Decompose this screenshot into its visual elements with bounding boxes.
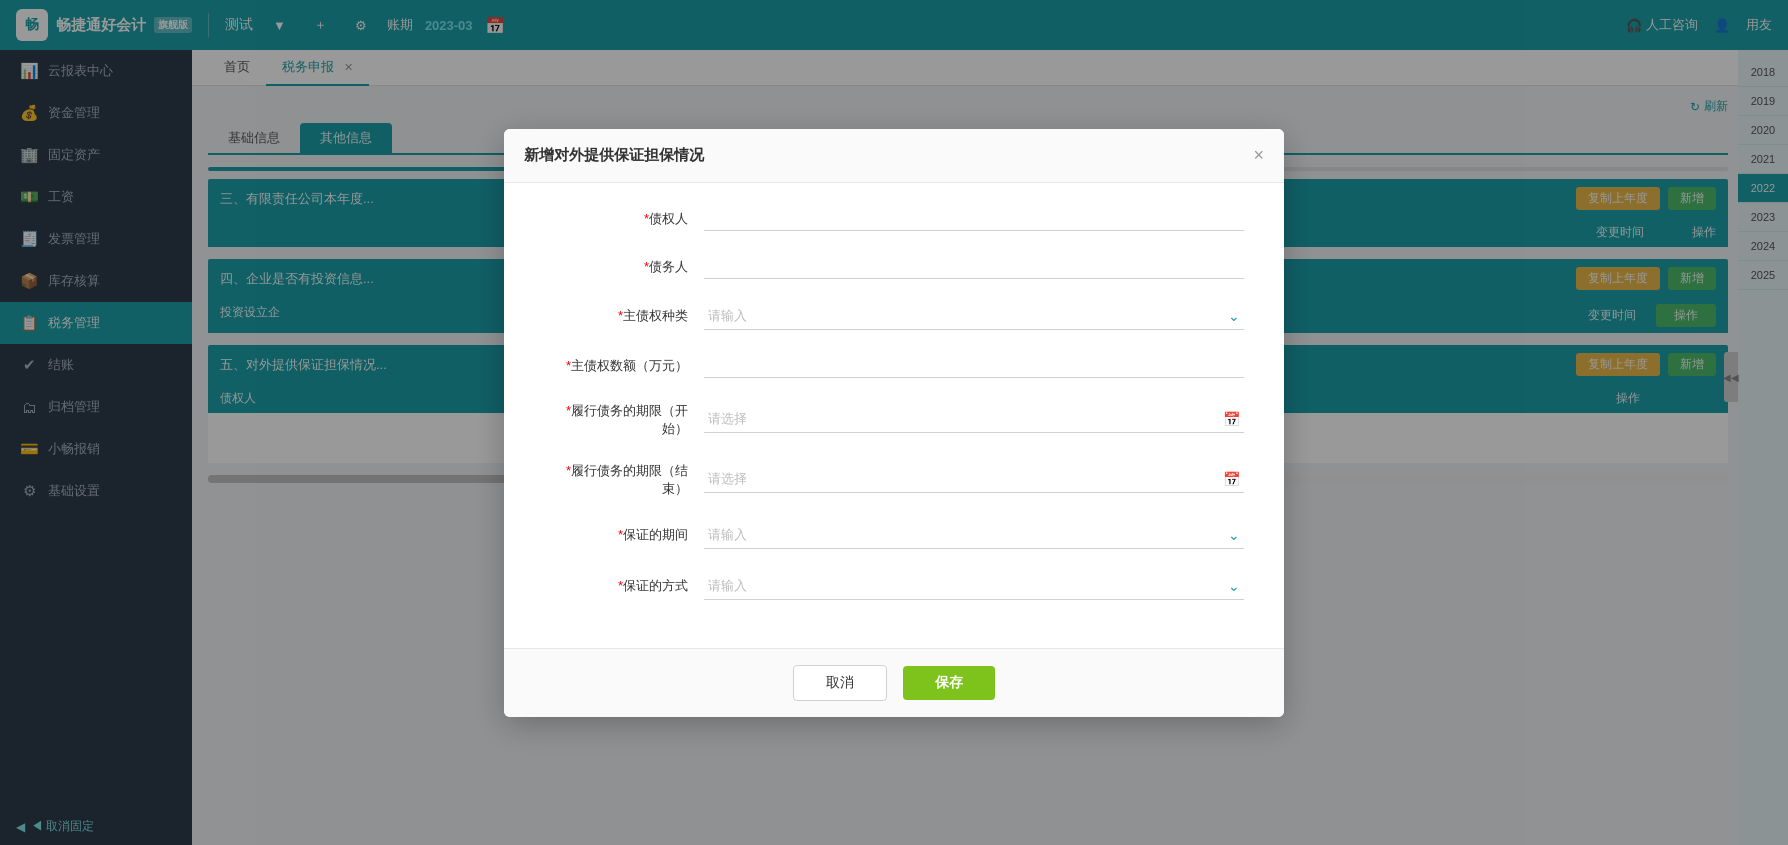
save-button[interactable]: 保存 [903,666,995,700]
date-start-text: 请选择 [708,410,747,428]
cancel-button[interactable]: 取消 [793,665,887,701]
date-end-text: 请选择 [708,470,747,488]
label-amount: *主债权数额（万元） [544,357,704,375]
select-guarantee-period[interactable]: 请输入 ⌄ [704,522,1244,549]
form-row-debtor: *债务人 [544,255,1244,279]
form-row-end-date: *履行债务的期限（结束） 请选择 📅 [544,462,1244,498]
select-guarantee-period-text: 请输入 [708,526,747,544]
form-row-creditor: *债权人 [544,207,1244,231]
modal-body: *债权人 *债务人 *主债权种类 请输入 ⌄ [504,183,1284,648]
label-guarantee-method: *保证的方式 [544,577,704,595]
form-row-start-date: *履行债务的期限（开始） 请选择 📅 [544,402,1244,438]
label-guarantee-period: *保证的期间 [544,526,704,544]
input-amount[interactable] [704,354,1244,378]
label-debtor: *债务人 [544,258,704,276]
modal-title: 新增对外提供保证担保情况 [524,146,704,165]
label-debt-type: *主债权种类 [544,307,704,325]
label-end-date: *履行债务的期限（结束） [544,462,704,498]
label-start-date: *履行债务的期限（开始） [544,402,704,438]
label-creditor: *债权人 [544,210,704,228]
chevron-down-icon-8: ⌄ [1228,578,1240,594]
input-creditor[interactable] [704,207,1244,231]
form-row-amount: *主债权数额（万元） [544,354,1244,378]
chevron-down-icon-3: ⌄ [1228,308,1240,324]
calendar-icon-end: 📅 [1223,471,1240,487]
select-debt-type[interactable]: 请输入 ⌄ [704,303,1244,330]
input-debtor[interactable] [704,255,1244,279]
form-row-debt-type: *主债权种类 请输入 ⌄ [544,303,1244,330]
modal-dialog: 新增对外提供保证担保情况 × *债权人 *债务人 *主债权种类 [504,129,1284,717]
modal-header: 新增对外提供保证担保情况 × [504,129,1284,183]
date-end[interactable]: 请选择 📅 [704,466,1244,493]
modal-footer: 取消 保存 [504,648,1284,717]
form-row-guarantee-period: *保证的期间 请输入 ⌄ [544,522,1244,549]
form-row-guarantee-method: *保证的方式 请输入 ⌄ [544,573,1244,600]
select-guarantee-method[interactable]: 请输入 ⌄ [704,573,1244,600]
modal-close-btn[interactable]: × [1253,145,1264,166]
select-debt-type-text: 请输入 [708,307,747,325]
modal-overlay: 新增对外提供保证担保情况 × *债权人 *债务人 *主债权种类 [0,0,1788,845]
date-start[interactable]: 请选择 📅 [704,406,1244,433]
calendar-icon-start: 📅 [1223,411,1240,427]
select-guarantee-method-text: 请输入 [708,577,747,595]
chevron-down-icon-7: ⌄ [1228,527,1240,543]
